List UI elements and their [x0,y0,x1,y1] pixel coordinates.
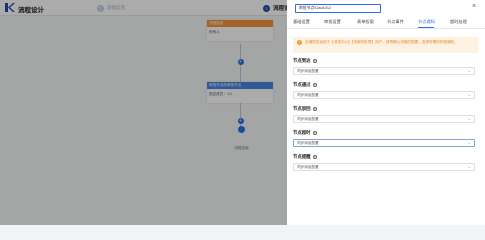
chevron-down-icon: ⌄ [467,92,471,97]
notify-select[interactable]: 同步添加配置 ⌄ [293,163,475,171]
select-value: 同步添加配置 [297,93,319,97]
section-title: 节点提醒 [293,154,311,159]
warning-text: 此通知仅适用于【消息中心】【流程待处理】用户，请再确认流程的配置，选择所需的时候… [305,39,458,44]
help-icon[interactable]: ? [312,131,317,135]
tab-approval[interactable]: 审批设置 [324,19,341,25]
chevron-down-icon: ⌄ [467,68,471,73]
help-icon[interactable]: ? [312,107,317,111]
close-icon[interactable]: × [470,3,478,11]
tab-bar: 基础设置 审批设置 表单权限 节点事件 节点通知 超时处理 [287,17,485,29]
help-icon[interactable]: ? [312,59,317,63]
node-settings-drawer: 审批节点01ad1012 × 基础设置 审批设置 表单权限 节点事件 节点通知 … [287,0,485,225]
section-title: 节点到达 [293,58,311,63]
tab-form-permission[interactable]: 表单权限 [357,19,374,25]
section-title: 节点驳回 [293,106,311,111]
help-icon[interactable]: ? [312,155,317,159]
section-title: 节点超时 [293,130,311,135]
notify-section-pass: 节点通过? 同步添加配置 ⌄ [293,82,478,99]
section-title: 节点通过 [293,82,311,87]
warning-icon: ! [297,40,302,45]
active-tab-indicator [418,27,434,28]
notify-section-reject: 节点驳回? 同步添加配置 ⌄ [293,106,478,123]
chevron-down-icon: ⌄ [467,164,471,169]
chevron-down-icon: ⌄ [467,116,471,121]
notify-select[interactable]: 同步添加配置 ⌄ [293,139,475,147]
notify-section-timeout: 节点超时? 同步添加配置 ⌄ [293,130,478,147]
select-value: 同步添加配置 [297,117,319,121]
notify-section-remind: 节点提醒? 同步添加配置 ⌄ [293,154,478,171]
warning-alert: ! 此通知仅适用于【消息中心】【流程待处理】用户，请再确认流程的配置，选择所需的… [293,37,478,53]
help-icon[interactable]: ? [312,83,317,87]
tab-basic[interactable]: 基础设置 [293,19,310,25]
notify-select[interactable]: 同步添加配置 ⌄ [293,91,475,99]
notify-select[interactable]: 同步添加配置 ⌄ [293,115,475,123]
tab-node-event[interactable]: 节点事件 [387,19,404,25]
chevron-down-icon: ⌄ [467,140,471,145]
tab-node-notify[interactable]: 节点通知 [418,19,435,25]
select-value: 同步添加配置 [297,69,319,73]
tab-timeout[interactable]: 超时处理 [450,19,467,25]
node-name-input[interactable]: 审批节点01ad1012 [295,4,381,13]
notify-section-arrive: 节点到达? 同步添加配置 ⌄ [293,58,478,75]
select-value: 同步添加配置 [297,141,319,145]
notify-select[interactable]: 同步添加配置 ⌄ [293,67,475,75]
select-value: 同步添加配置 [297,165,319,169]
